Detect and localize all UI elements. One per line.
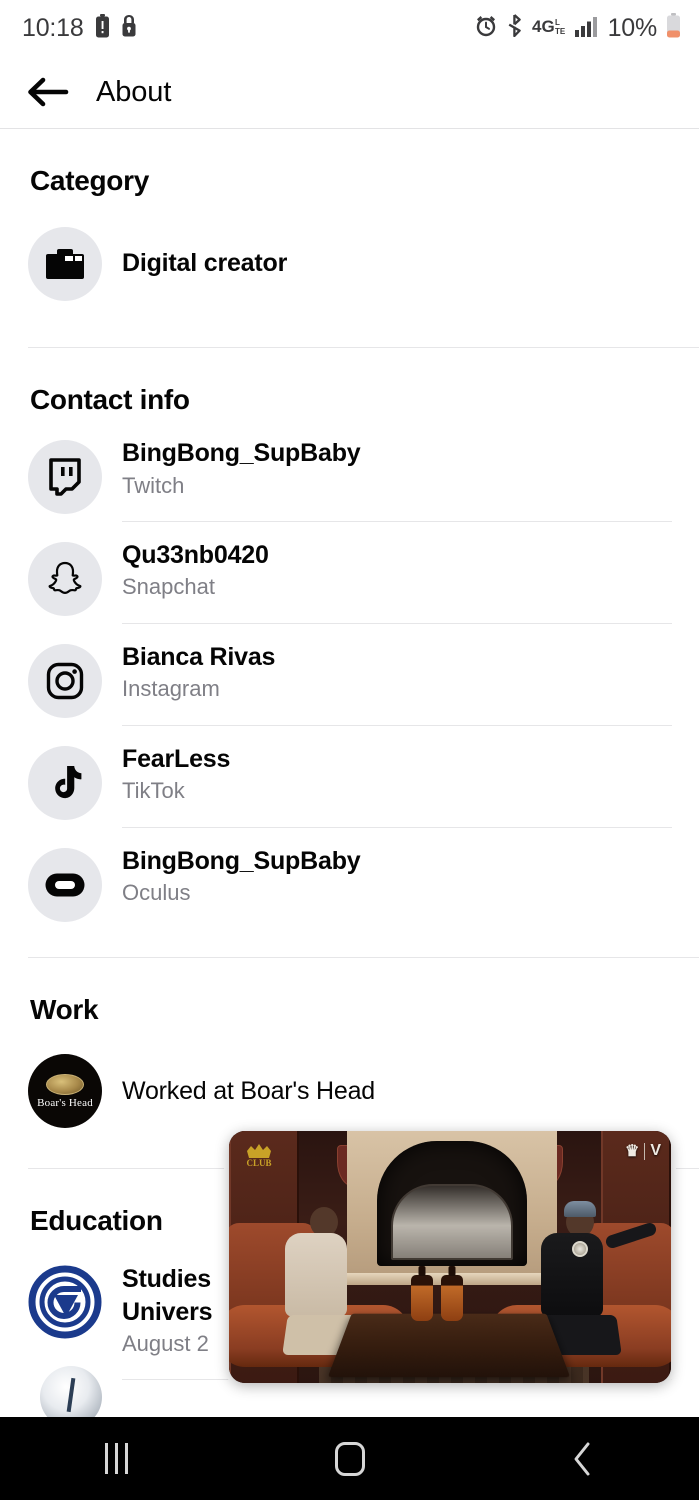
home-button[interactable]: [290, 1429, 410, 1489]
contact-platform: Snapchat: [122, 574, 215, 600]
signal-bars-icon: [574, 15, 599, 42]
person-body: [285, 1233, 347, 1317]
boars-head-emblem: [46, 1073, 84, 1095]
row-divider: [122, 928, 672, 929]
contact-platform: Oculus: [122, 880, 191, 906]
boars-head-logo-text: Boar's Head: [37, 1096, 93, 1109]
contact-value: FearLess: [122, 744, 231, 773]
section-title-category: Category: [30, 165, 149, 196]
svg-text:CLUB: CLUB: [246, 1158, 271, 1168]
home-icon: [334, 1441, 365, 1476]
section-title-contact-info: Contact info: [30, 384, 190, 415]
person-beanie: [564, 1201, 596, 1217]
liquor-bottle: [411, 1275, 433, 1321]
battery-alert-icon: [95, 13, 110, 43]
briefcase-icon: [28, 227, 102, 301]
contact-platform: Twitch: [122, 472, 185, 498]
oculus-icon: [28, 847, 102, 922]
contact-body: Qu33nb0420 Snapchat: [122, 540, 699, 624]
status-time: 10:18: [22, 13, 84, 42]
category-item[interactable]: Digital creator: [0, 197, 699, 311]
instagram-icon: [28, 643, 102, 718]
contact-body: FearLess TikTok: [122, 744, 699, 828]
contact-row-snapchat[interactable]: Qu33nb0420 Snapchat: [0, 522, 699, 624]
tiktok-icon: [28, 745, 102, 820]
lock-icon: [121, 14, 137, 43]
work-item[interactable]: Boar's Head Worked at Boar's Head: [0, 1026, 699, 1129]
contact-row-instagram[interactable]: Bianca Rivas Instagram: [0, 624, 699, 726]
twitch-icon: [28, 440, 102, 514]
recents-button[interactable]: [57, 1429, 177, 1489]
section-title-work: Work: [30, 994, 99, 1026]
contact-platform: Instagram: [122, 676, 220, 702]
contact-value: Bianca Rivas: [122, 642, 276, 671]
system-navigation-bar: [0, 1417, 699, 1500]
svg-text:TE: TE: [555, 27, 566, 36]
work-label: Worked at Boar's Head: [122, 1076, 376, 1105]
contact-body: BingBong_SupBaby Twitch: [122, 438, 699, 522]
grand-valley-state-university-logo: [28, 1265, 102, 1339]
battery-percent-label: 10%: [607, 13, 658, 42]
svg-text:4G: 4G: [532, 17, 555, 36]
contact-row-oculus[interactable]: BingBong_SupBaby Oculus: [0, 828, 699, 930]
status-bar-right: 4G L TE 10%: [475, 13, 681, 43]
recents-icon: [105, 1443, 128, 1474]
contact-body: BingBong_SupBaby Oculus: [122, 846, 699, 930]
network-4g-lte-icon: 4G L TE: [532, 15, 566, 42]
back-arrow-icon[interactable]: [26, 72, 70, 112]
svg-text:L: L: [555, 18, 560, 27]
contact-row-twitch[interactable]: BingBong_SupBaby Twitch: [0, 416, 699, 522]
contact-body: Bianca Rivas Instagram: [122, 642, 699, 726]
picture-in-picture-video[interactable]: CLUB ♛ V: [229, 1131, 671, 1383]
alarm-icon: [475, 15, 497, 42]
person-chain-pendant: [572, 1241, 588, 1257]
contact-platform: TikTok: [122, 778, 185, 804]
wooden-coffee-table: [327, 1313, 571, 1378]
video-watermark: ♛ V: [625, 1141, 661, 1161]
back-chevron-icon: [574, 1442, 589, 1475]
snapchat-icon: [28, 541, 102, 616]
watermark-divider: [644, 1142, 646, 1160]
category-label: Digital creator: [122, 248, 288, 277]
contact-row-tiktok[interactable]: FearLess TikTok: [0, 726, 699, 828]
contact-value: BingBong_SupBaby: [122, 846, 361, 875]
status-bar-left: 10:18: [22, 13, 137, 43]
watermark-crown-icon: ♛: [624, 1143, 640, 1160]
battery-low-icon: [666, 13, 681, 43]
back-button[interactable]: [523, 1429, 643, 1489]
watermark-v-label: V: [650, 1142, 661, 1159]
person-body: [541, 1221, 658, 1317]
status-bar: 10:18 4G L TE 10%: [0, 0, 699, 56]
app-header: About: [0, 56, 699, 128]
video-frame: CLUB ♛ V: [229, 1131, 671, 1383]
boars-head-logo: Boar's Head: [28, 1054, 102, 1129]
contact-value: Qu33nb0420: [122, 540, 269, 569]
crown-d-logo: CLUB: [239, 1139, 279, 1171]
liquor-bottle: [441, 1275, 463, 1321]
contact-value: BingBong_SupBaby: [122, 439, 361, 467]
bluetooth-icon: [506, 14, 523, 42]
page-title: About: [96, 75, 172, 108]
